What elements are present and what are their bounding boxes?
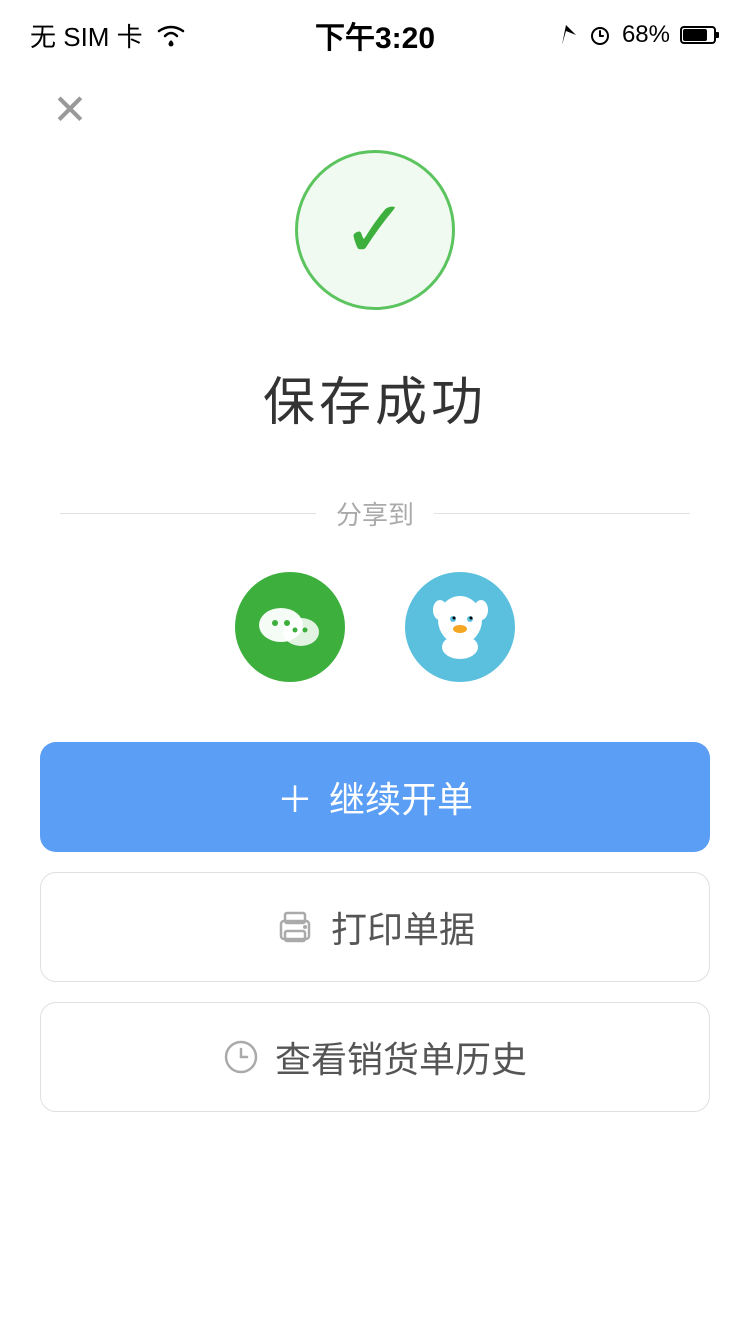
wechat-logo — [255, 597, 325, 657]
history-label: 查看销货单历史 — [275, 1031, 527, 1083]
success-circle: ✓ — [295, 150, 455, 310]
share-section: 分享到 — [0, 495, 750, 682]
no-sim-label: 无 SIM 卡 — [30, 17, 143, 54]
divider-right — [434, 513, 690, 514]
main-content: ✓ 保存成功 分享到 — [0, 70, 750, 1112]
battery-percent: 68% — [622, 21, 670, 49]
share-divider: 分享到 — [0, 495, 750, 532]
status-right: 68% — [554, 21, 720, 49]
close-button[interactable]: ✕ — [40, 80, 100, 140]
wechat-button[interactable] — [235, 572, 345, 682]
print-button[interactable]: 打印单据 — [40, 872, 710, 982]
continue-label: 继续开单 — [329, 771, 473, 823]
status-bar: 无 SIM 卡 下午3:20 68% — [0, 0, 750, 70]
continue-button[interactable]: ＋ 继续开单 — [40, 742, 710, 852]
qq-logo — [428, 592, 493, 662]
printer-icon — [275, 909, 315, 945]
location-icon — [554, 23, 578, 47]
share-label: 分享到 — [336, 495, 414, 532]
qq-button[interactable] — [405, 572, 515, 682]
action-buttons: ＋ 继续开单 打印单据 查看销货单历史 — [0, 742, 750, 1112]
divider-left — [60, 513, 316, 514]
success-title: 保存成功 — [263, 360, 487, 435]
history-button[interactable]: 查看销货单历史 — [40, 1002, 710, 1112]
share-icons — [235, 572, 515, 682]
close-icon: ✕ — [52, 89, 87, 131]
status-time: 下午3:20 — [315, 13, 435, 57]
battery-icon — [680, 24, 720, 46]
checkmark-icon: ✓ — [341, 190, 408, 270]
plus-icon: ＋ — [277, 771, 313, 823]
print-label: 打印单据 — [331, 901, 475, 953]
clock-icon — [223, 1039, 259, 1075]
wifi-icon — [153, 22, 189, 48]
status-left: 无 SIM 卡 — [30, 17, 189, 54]
alarm-icon — [588, 23, 612, 47]
